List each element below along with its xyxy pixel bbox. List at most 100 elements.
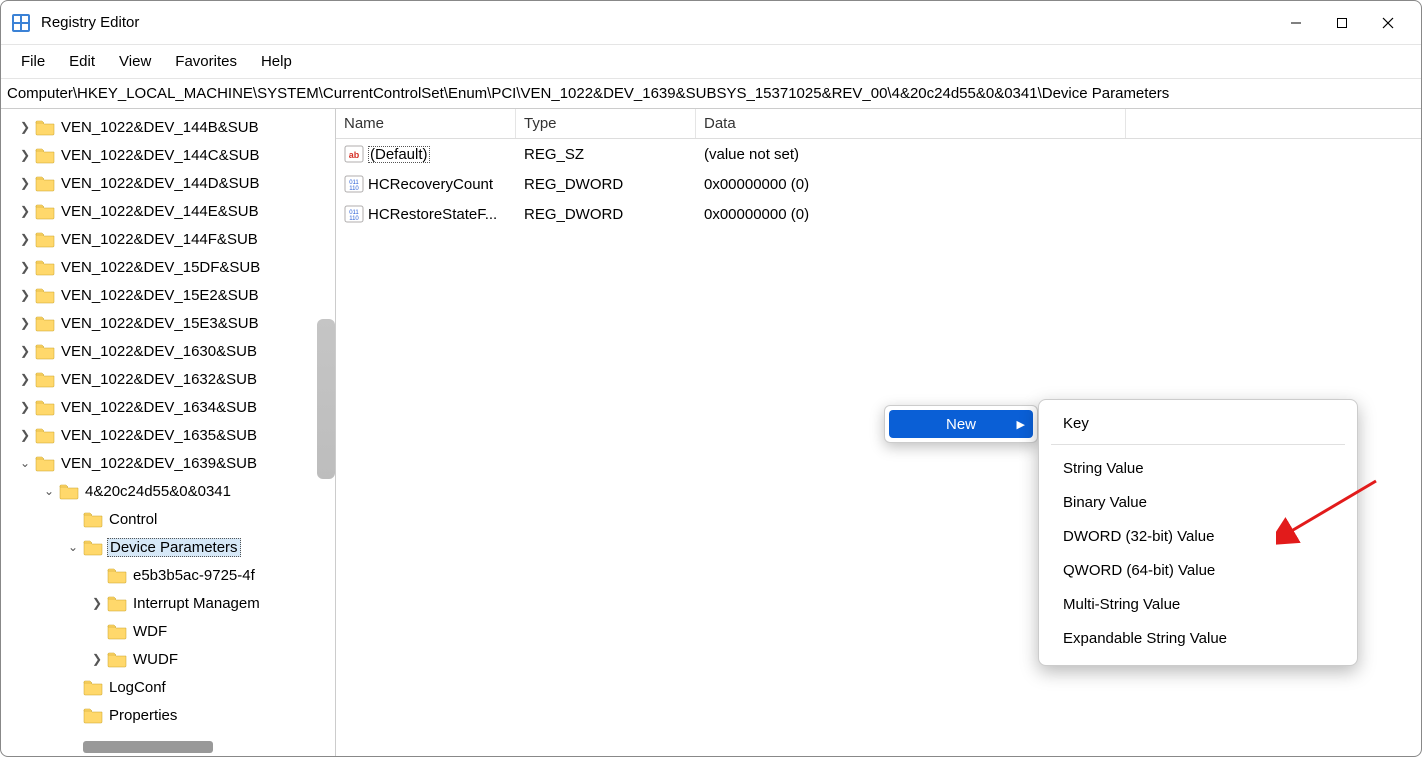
tree-vertical-scrollbar[interactable] — [317, 319, 335, 479]
value-row[interactable]: ab (Default) REG_SZ(value not set) — [336, 139, 1421, 169]
svg-text:110: 110 — [349, 186, 359, 192]
tree-item-label: VEN_1022&DEV_1639&SUB — [59, 454, 259, 473]
tree-item[interactable]: ▸Properties — [1, 701, 335, 729]
tree-item[interactable]: ❯ VEN_1022&DEV_144F&SUB — [1, 225, 335, 253]
context-item-key[interactable]: Key — [1039, 406, 1357, 440]
address-bar[interactable]: Computer\HKEY_LOCAL_MACHINE\SYSTEM\Curre… — [1, 79, 1421, 109]
chevron-right-icon[interactable]: ❯ — [17, 232, 33, 246]
chevron-right-icon[interactable]: ❯ — [17, 204, 33, 218]
value-row[interactable]: 011110HCRestoreStateF...REG_DWORD0x00000… — [336, 199, 1421, 229]
close-button[interactable] — [1365, 7, 1411, 39]
registry-editor-window: Registry Editor File Edit View Favorites… — [0, 0, 1422, 757]
context-item-expandable-string-value[interactable]: Expandable String Value — [1039, 621, 1357, 655]
tree-item[interactable]: ⌄ VEN_1022&DEV_1639&SUB — [1, 449, 335, 477]
svg-text:110: 110 — [349, 216, 359, 222]
tree-item[interactable]: ❯ VEN_1022&DEV_144E&SUB — [1, 197, 335, 225]
maximize-button[interactable] — [1319, 7, 1365, 39]
chevron-down-icon[interactable]: ⌄ — [65, 540, 81, 554]
tree-item[interactable]: ❯VEN_1022&DEV_15E2&SUB — [1, 281, 335, 309]
value-data: 0x00000000 (0) — [696, 176, 1126, 193]
tree-item-label: Control — [107, 510, 159, 529]
column-header-data[interactable]: Data — [696, 109, 1126, 138]
chevron-right-icon[interactable]: ❯ — [17, 428, 33, 442]
context-menu-primary: New ▶ — [884, 405, 1038, 443]
chevron-right-icon[interactable]: ❯ — [17, 260, 33, 274]
chevron-right-icon[interactable]: ❯ — [17, 400, 33, 414]
tree-item-label: LogConf — [107, 678, 168, 697]
tree-item[interactable]: ⌄4&20c24d55&0&0341 — [1, 477, 335, 505]
tree-item-label: VEN_1022&DEV_144F&SUB — [59, 230, 260, 249]
tree-item-label: VEN_1022&DEV_144E&SUB — [59, 202, 261, 221]
menu-help[interactable]: Help — [249, 49, 304, 74]
tree-item[interactable]: ❯ VEN_1022&DEV_144C&SUB — [1, 141, 335, 169]
tree-item[interactable]: ❯ VEN_1022&DEV_15E3&SUB — [1, 309, 335, 337]
tree-item[interactable]: ▸e5b3b5ac-9725-4f — [1, 561, 335, 589]
tree-item[interactable]: ❯VEN_1022&DEV_1630&SUB — [1, 337, 335, 365]
svg-text:ab: ab — [349, 150, 360, 160]
chevron-right-icon[interactable]: ❯ — [17, 148, 33, 162]
column-header-type[interactable]: Type — [516, 109, 696, 138]
chevron-right-icon[interactable]: ❯ — [17, 288, 33, 302]
tree-item-label: VEN_1022&DEV_1635&SUB — [59, 426, 259, 445]
chevron-down-icon[interactable]: ⌄ — [17, 456, 33, 470]
tree-item-label: VEN_1022&DEV_144C&SUB — [59, 146, 261, 165]
tree-item[interactable]: ❯ VEN_1022&DEV_1635&SUB — [1, 421, 335, 449]
tree-item[interactable]: ▸WDF — [1, 617, 335, 645]
submenu-indicator-icon: ▶ — [1017, 418, 1025, 431]
tree-item[interactable]: ❯ VEN_1022&DEV_144D&SUB — [1, 169, 335, 197]
context-item-binary-value[interactable]: Binary Value — [1039, 485, 1357, 519]
chevron-right-icon[interactable]: ❯ — [89, 596, 105, 610]
tree-item[interactable]: ▸Control — [1, 505, 335, 533]
context-item-dword-value[interactable]: DWORD (32-bit) Value — [1039, 519, 1357, 553]
list-pane: Name Type Data ab (Default) REG_SZ(value n… — [336, 109, 1421, 756]
menu-file[interactable]: File — [9, 49, 57, 74]
context-menu-new-submenu: Key String Value Binary Value DWORD (32-… — [1038, 399, 1358, 666]
value-type: REG_DWORD — [516, 176, 696, 193]
menu-favorites[interactable]: Favorites — [163, 49, 249, 74]
context-item-qword-value[interactable]: QWORD (64-bit) Value — [1039, 553, 1357, 587]
value-type: REG_DWORD — [516, 206, 696, 223]
chevron-right-icon[interactable]: ❯ — [89, 652, 105, 666]
chevron-right-icon[interactable]: ❯ — [17, 344, 33, 358]
tree-item[interactable]: ❯VEN_1022&DEV_15DF&SUB — [1, 253, 335, 281]
tree-horizontal-scrollbar[interactable] — [1, 738, 335, 756]
column-header-name[interactable]: Name — [336, 109, 516, 138]
list-header: Name Type Data — [336, 109, 1421, 139]
tree-item-label: Properties — [107, 706, 179, 725]
context-item-multistring-value[interactable]: Multi-String Value — [1039, 587, 1357, 621]
content-area: ❯ VEN_1022&DEV_144B&SUB ❯ VEN_1022&DEV_144C… — [1, 109, 1421, 756]
tree-item[interactable]: ▸LogConf — [1, 673, 335, 701]
value-data: (value not set) — [696, 146, 1126, 163]
tree-item[interactable]: ❯ VEN_1022&DEV_1634&SUB — [1, 393, 335, 421]
titlebar: Registry Editor — [1, 1, 1421, 45]
menu-edit[interactable]: Edit — [57, 49, 107, 74]
tree-item[interactable]: ❯ WUDF — [1, 645, 335, 673]
tree-pane: ❯ VEN_1022&DEV_144B&SUB ❯ VEN_1022&DEV_144C… — [1, 109, 336, 756]
value-name: (Default) — [368, 146, 430, 163]
chevron-right-icon[interactable]: ❯ — [17, 372, 33, 386]
tree-item[interactable]: ❯Interrupt Managem — [1, 589, 335, 617]
chevron-right-icon[interactable]: ❯ — [17, 120, 33, 134]
menubar: File Edit View Favorites Help — [1, 45, 1421, 79]
context-item-new[interactable]: New ▶ — [889, 410, 1033, 438]
tree-item[interactable]: ❯VEN_1022&DEV_1632&SUB — [1, 365, 335, 393]
value-row[interactable]: 011110HCRecoveryCountREG_DWORD0x00000000… — [336, 169, 1421, 199]
context-item-string-value[interactable]: String Value — [1039, 451, 1357, 485]
value-name: HCRecoveryCount — [368, 176, 493, 193]
tree-item-label: Device Parameters — [107, 538, 241, 557]
tree-item-label: VEN_1022&DEV_144D&SUB — [59, 174, 261, 193]
context-separator — [1051, 444, 1345, 445]
tree-item-label: WUDF — [131, 650, 180, 669]
tree-item-label: VEN_1022&DEV_1634&SUB — [59, 398, 259, 417]
chevron-down-icon[interactable]: ⌄ — [41, 484, 57, 498]
tree-item[interactable]: ⌄ Device Parameters — [1, 533, 335, 561]
tree-item-label: VEN_1022&DEV_15E3&SUB — [59, 314, 261, 333]
tree-item-label: e5b3b5ac-9725-4f — [131, 566, 257, 585]
menu-view[interactable]: View — [107, 49, 163, 74]
tree-item[interactable]: ❯ VEN_1022&DEV_144B&SUB — [1, 113, 335, 141]
value-type: REG_SZ — [516, 146, 696, 163]
chevron-right-icon[interactable]: ❯ — [17, 176, 33, 190]
minimize-button[interactable] — [1273, 7, 1319, 39]
tree-item-label: VEN_1022&DEV_144B&SUB — [59, 118, 261, 137]
chevron-right-icon[interactable]: ❯ — [17, 316, 33, 330]
